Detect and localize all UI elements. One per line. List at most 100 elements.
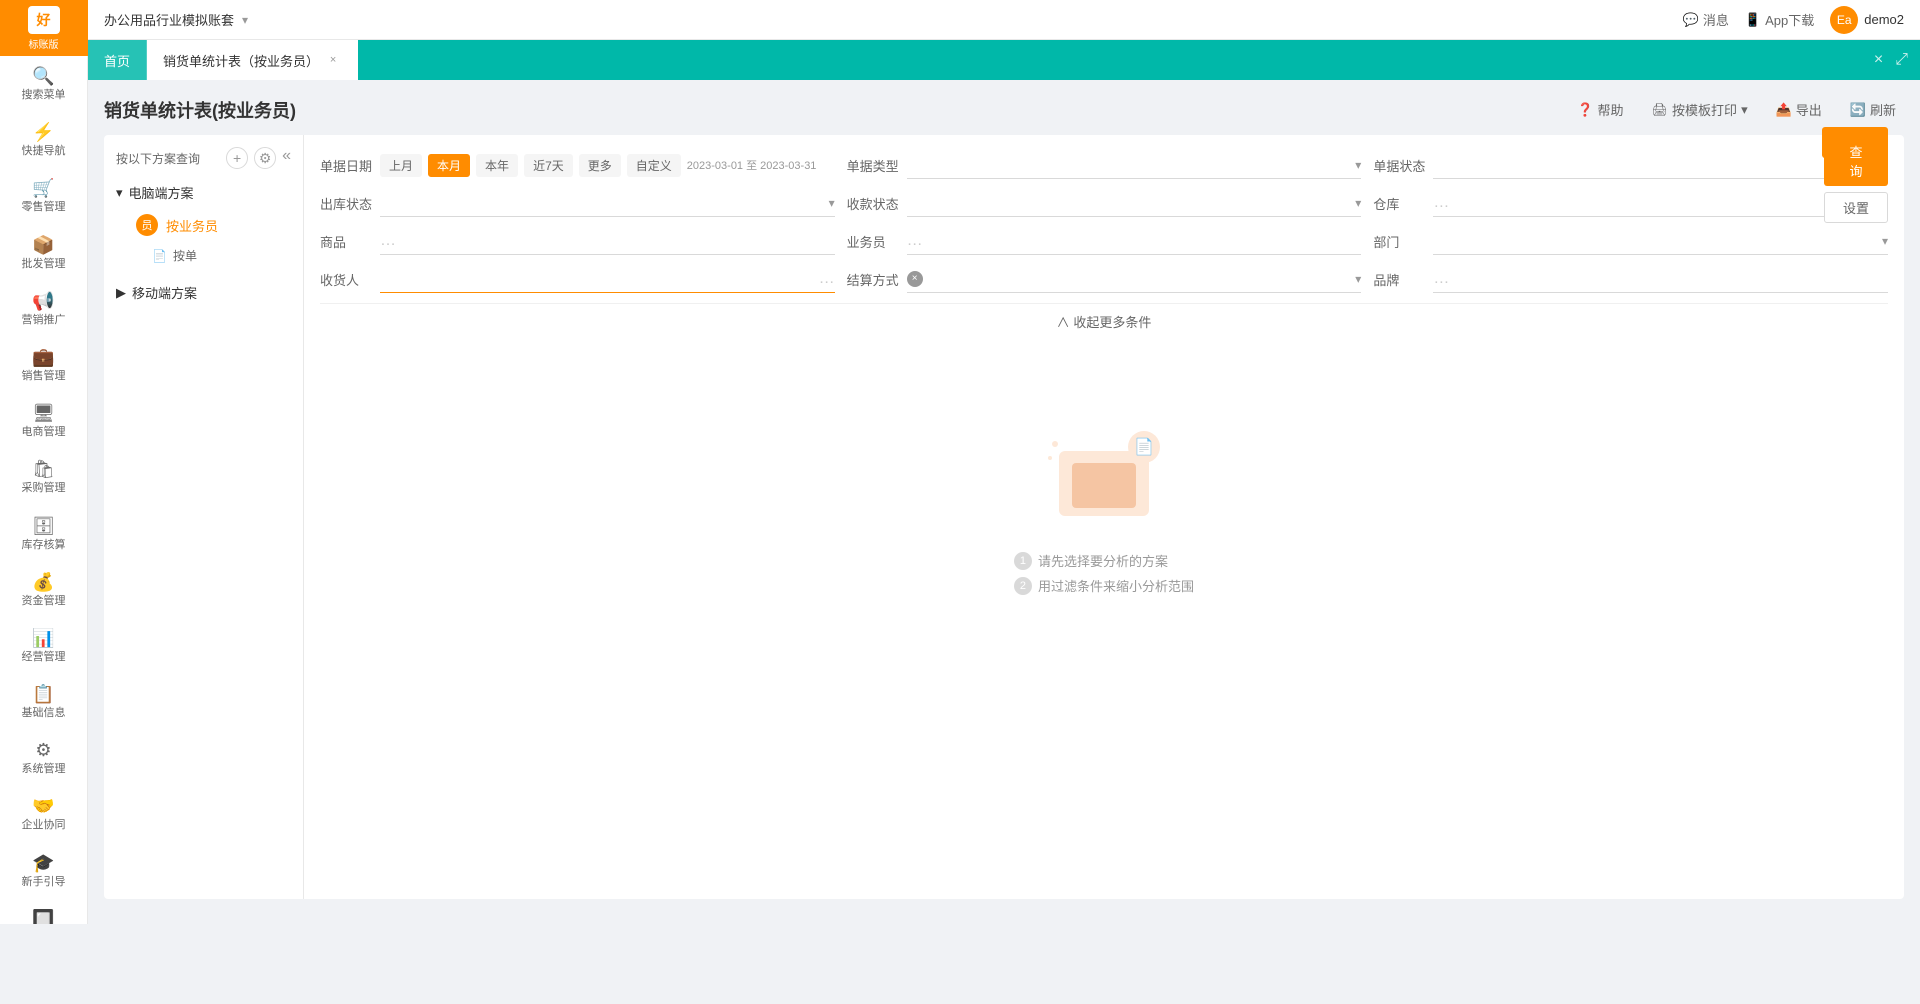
empty-dot2 — [1048, 456, 1052, 460]
payment-label: 收款状态 — [847, 194, 899, 213]
product-label: 商品 — [320, 232, 372, 251]
product-select[interactable]: … — [380, 227, 835, 255]
outbound-chevron: ▾ — [829, 196, 835, 210]
sidebar-item-marketing[interactable]: 📢 营销推广 — [0, 281, 87, 337]
purchase-icon: 🛍 — [32, 459, 55, 480]
brand-label: 品牌 — [1373, 270, 1425, 289]
doc-status-select[interactable]: ▾ — [1433, 151, 1888, 179]
warehouse-select[interactable]: … — [1433, 189, 1888, 217]
app-download-button[interactable]: 📱 App下载 — [1745, 10, 1814, 29]
empty-fly-dot: 📄 — [1128, 431, 1160, 463]
settlement-select[interactable]: × ▾ — [907, 265, 1362, 293]
system-icon: ⚙ — [35, 740, 51, 761]
tab-close-all-button[interactable]: × — [1870, 47, 1887, 73]
payment-select[interactable]: ▾ — [907, 189, 1362, 217]
warehouse-label: 仓库 — [1373, 194, 1425, 213]
sidebar-item-ecommerce[interactable]: 🖥 电商管理 — [0, 393, 87, 449]
sidebar-item-wholesale[interactable]: 📦 批发管理 — [0, 225, 87, 281]
tree-child-salesperson[interactable]: 员 按业务员 — [104, 208, 303, 242]
export-icon: 📤 — [1776, 102, 1792, 118]
tab-maximize-button[interactable]: ⤢ — [1891, 47, 1912, 73]
date-btn-last-month[interactable]: 上月 — [380, 154, 422, 177]
outbound-select[interactable]: ▾ — [380, 189, 835, 217]
sales-icon: 💼 — [32, 347, 54, 368]
query-main-button[interactable]: 查询 — [1824, 136, 1888, 186]
topbar-dropdown-icon[interactable]: ▾ — [242, 13, 248, 27]
sidebar-item-search[interactable]: 🔍 搜索菜单 — [0, 56, 87, 112]
collapse-panel-button[interactable]: « — [282, 147, 291, 169]
date-btn-this-month[interactable]: 本月 — [428, 154, 470, 177]
sidebar-item-inventory[interactable]: 🗄 库存核算 — [0, 506, 87, 562]
topbar-title: 办公用品行业模拟账套 — [104, 10, 234, 29]
sidebar-item-app-center[interactable]: 🔲 应用中心 — [0, 899, 87, 924]
consignee-filter-item: 收货人 … — [320, 265, 835, 293]
app-logo[interactable]: 好 标账版 — [0, 0, 88, 56]
add-scheme-button[interactable]: + — [226, 147, 248, 169]
sidebar-item-basic[interactable]: 📋 基础信息 — [0, 674, 87, 730]
page-header: 销货单统计表(按业务员) ❓ 帮助 🖨 按模板打印 ▾ 📤 导出 🔄 刷新 — [104, 96, 1904, 123]
date-filter-item: 单据日期 上月 本月 本年 近7天 更多 自定义 2023-03-01 至 20… — [320, 154, 835, 177]
sidebar-item-newbie[interactable]: 🎓 新手引导 — [0, 843, 87, 899]
tab-active[interactable]: 销货单统计表（按业务员） × — [147, 40, 358, 80]
topbar: 办公用品行业模拟账套 ▾ 💬 消息 📱 App下载 Ea demo2 — [88, 0, 1920, 40]
sidebar-item-enterprise[interactable]: 🤝 企业协同 — [0, 786, 87, 842]
salesperson-label: 业务员 — [847, 232, 899, 251]
export-button[interactable]: 📤 导出 — [1768, 96, 1830, 123]
filter-area: 单据日期 上月 本月 本年 近7天 更多 自定义 2023-03-01 至 20… — [320, 151, 1888, 339]
doc-type-select[interactable]: ▾ — [907, 151, 1362, 179]
settlement-clear-button[interactable]: × — [907, 271, 923, 287]
message-button[interactable]: 💬 消息 — [1683, 10, 1729, 29]
print-button[interactable]: 🖨 按模板打印 ▾ — [1644, 96, 1756, 123]
brand-select[interactable]: … — [1433, 265, 1888, 293]
sidebar-item-retail[interactable]: 🛒 零售管理 — [0, 168, 87, 224]
filter-row-2: 出库状态 ▾ 收款状态 ▾ 仓库 — [320, 189, 1888, 217]
sidebar-item-purchase[interactable]: 🛍 采购管理 — [0, 449, 87, 505]
shortcut-icon: ⚡ — [32, 122, 54, 143]
date-btn-this-year[interactable]: 本年 — [476, 154, 518, 177]
wholesale-icon: 📦 — [32, 235, 54, 256]
sidebar-item-shortcut[interactable]: ⚡ 快捷导航 — [0, 112, 87, 168]
tree-desktop-parent[interactable]: ▾ 电脑端方案 — [104, 177, 303, 208]
sidebar-item-sales[interactable]: 💼 销售管理 — [0, 337, 87, 393]
help-button[interactable]: ❓ 帮助 — [1569, 96, 1631, 123]
brand-filter-item: 品牌 … — [1373, 265, 1888, 293]
collapse-conditions-button[interactable]: ∧ 收起更多条件 — [320, 303, 1888, 339]
department-select[interactable]: ▾ — [1433, 227, 1888, 255]
tab-home[interactable]: 首页 — [88, 40, 147, 80]
date-btn-more[interactable]: 更多 — [579, 154, 621, 177]
consignee-input[interactable]: … — [380, 265, 835, 293]
sidebar-item-finance[interactable]: 💰 资金管理 — [0, 562, 87, 618]
panel-header-actions: + ⚙ « — [226, 147, 291, 169]
settings-button[interactable]: 设置 — [1824, 192, 1888, 223]
tree-desktop-section: ▾ 电脑端方案 员 按业务员 📄 按单 — [104, 177, 303, 277]
product-dots: … — [380, 232, 396, 250]
tree-mobile-parent[interactable]: ▶ 移动端方案 — [104, 277, 303, 308]
user-area[interactable]: Ea demo2 — [1830, 6, 1904, 34]
settings-scheme-button[interactable]: ⚙ — [254, 147, 276, 169]
salesperson-select[interactable]: … — [907, 227, 1362, 255]
salesperson-filter-item: 业务员 … — [847, 227, 1362, 255]
date-range-text: 2023-03-01 至 2023-03-31 — [687, 157, 817, 173]
product-filter-item: 商品 … — [320, 227, 835, 255]
basic-icon: 📋 — [32, 684, 54, 705]
doc-type-filter-item: 单据类型 ▾ — [847, 151, 1362, 179]
print-icon: 🖨 — [1652, 102, 1669, 118]
sidebar-item-system[interactable]: ⚙ 系统管理 — [0, 730, 87, 786]
sidebar-item-operations[interactable]: 📊 经营管理 — [0, 618, 87, 674]
salesperson-dots: … — [907, 232, 923, 250]
department-filter-item: 部门 ▾ — [1373, 227, 1888, 255]
step-num-1: 1 — [1014, 552, 1032, 570]
date-btn-custom[interactable]: 自定义 — [627, 154, 681, 177]
date-label: 单据日期 — [320, 156, 372, 175]
filter-row-4: 收货人 … 结算方式 × ▾ 品牌 — [320, 265, 1888, 293]
active-dot: 员 — [136, 214, 158, 236]
tab-close-button[interactable]: × — [325, 52, 341, 68]
action-buttons: 查询 设置 — [1824, 136, 1888, 223]
date-btn-7days[interactable]: 近7天 — [524, 154, 573, 177]
tree-grandchild-doc[interactable]: 📄 按单 — [104, 242, 303, 269]
settlement-chevron: ▾ — [1355, 272, 1361, 286]
refresh-button[interactable]: 🔄 刷新 — [1842, 96, 1904, 123]
outbound-label: 出库状态 — [320, 194, 372, 213]
avatar[interactable]: Ea — [1830, 6, 1858, 34]
download-icon: 📱 — [1745, 12, 1761, 28]
